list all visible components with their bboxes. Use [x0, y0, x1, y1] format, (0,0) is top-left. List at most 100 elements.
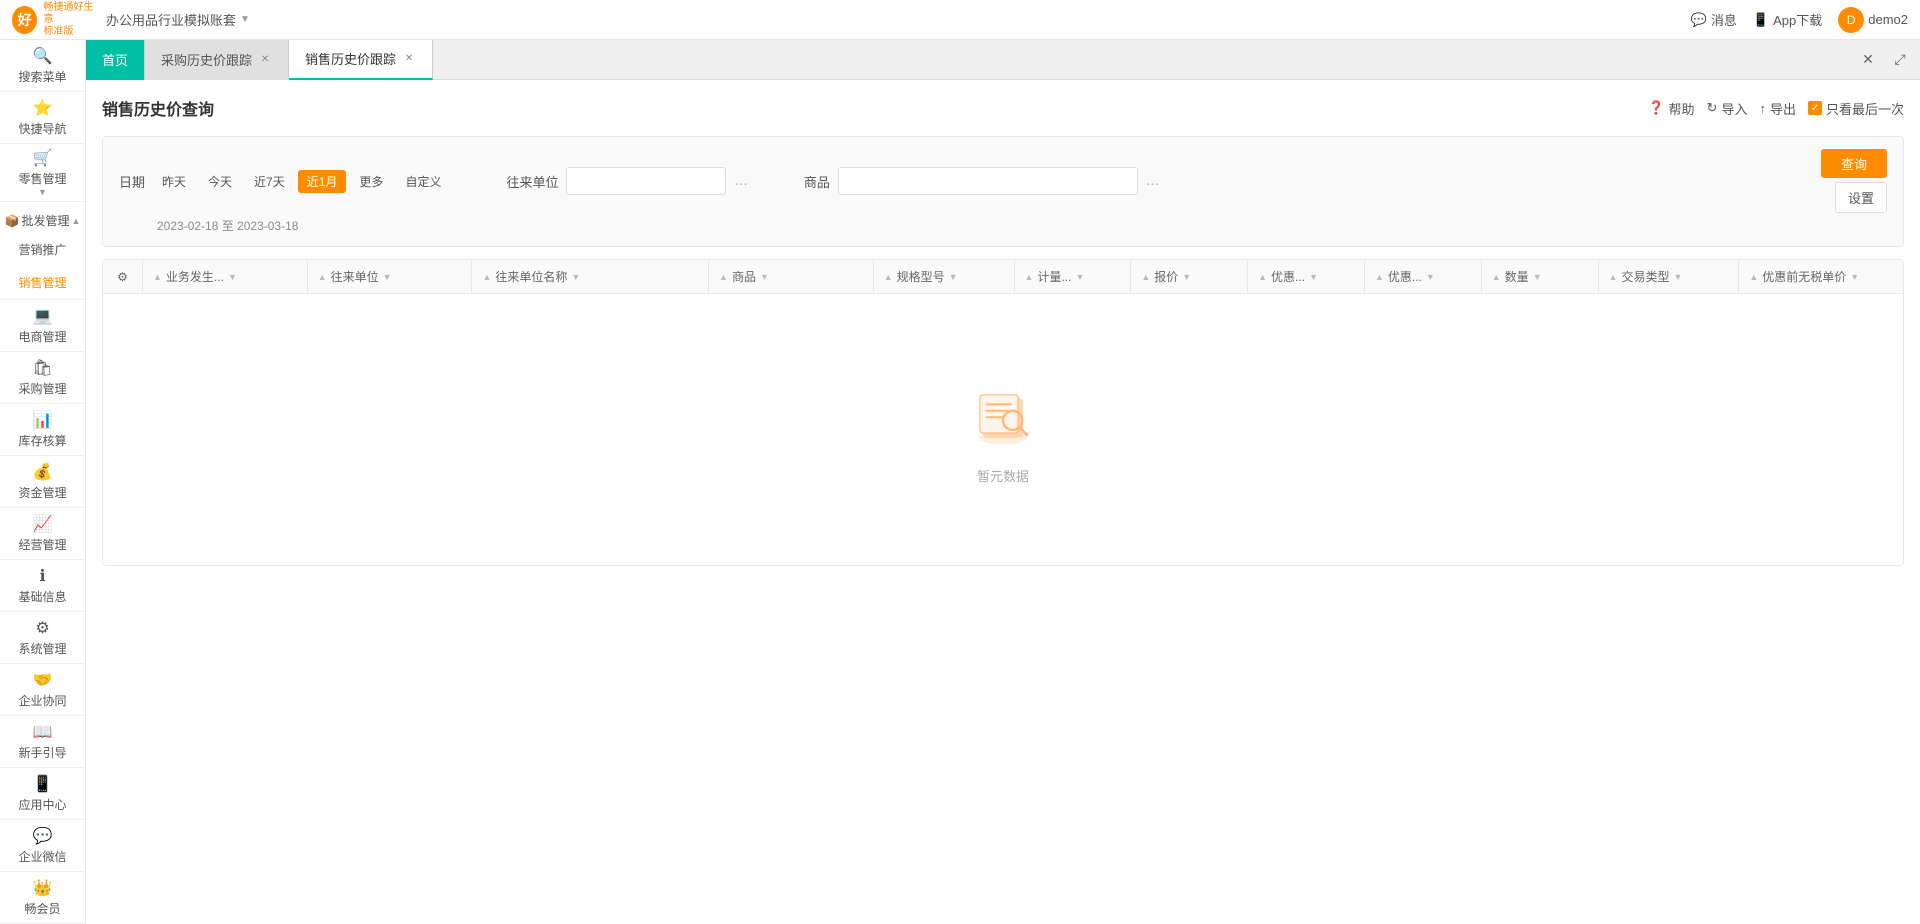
table-area: ⚙ ▲ 业务发生... ▼ ▲ 往来单位 ▼ ▲ 往来单位名称	[102, 259, 1904, 566]
th-spec[interactable]: ▲ 规格型号 ▼	[874, 260, 1015, 293]
filter-action-buttons: 查询 设置	[1821, 149, 1887, 213]
th-trade-type[interactable]: ▲ 交易类型 ▼	[1599, 260, 1740, 293]
export-icon: ↑	[1759, 101, 1766, 116]
tab-purchase-history-close[interactable]: ✕	[258, 53, 272, 67]
tab-home[interactable]: 首页	[86, 40, 145, 80]
main-layout: 🔍 搜索菜单 ⭐ 快捷导航 🛒 零售管理 ▼ 📦 批发管理 ▲ 营销推广	[0, 40, 1920, 924]
goods-input[interactable]	[838, 167, 1138, 195]
sidebar-item-operation-mgmt[interactable]: 📈 经营管理	[0, 508, 85, 560]
user-avatar-button[interactable]: D demo2	[1838, 7, 1908, 33]
sidebar-item-ecommerce-mgmt[interactable]: 💻 电商管理	[0, 300, 85, 352]
tab-bar: 首页 采购历史价跟踪 ✕ 销售历史价跟踪 ✕ ✕ ⤢	[86, 40, 1920, 80]
sidebar-item-retail-mgmt[interactable]: 🛒 零售管理 ▼	[0, 144, 85, 202]
config-icon: ⚙	[117, 270, 128, 284]
sort-desc-icon-3: ▼	[571, 272, 580, 282]
sort-asc-icon-6: ▲	[1025, 272, 1034, 282]
inventory-icon: 📊	[33, 410, 53, 430]
date-btn-1month[interactable]: 近1月	[298, 170, 347, 193]
only-last-checkbox[interactable]: ✓ 只看最后一次	[1808, 99, 1904, 118]
import-button[interactable]: ↻ 导入	[1707, 99, 1748, 118]
partner-label: 往来单位	[506, 172, 558, 191]
goods-dots-button[interactable]: ...	[1146, 172, 1159, 190]
finance-icon: 💰	[33, 462, 53, 482]
sidebar-item-new-guide[interactable]: 📖 新手引导	[0, 716, 85, 768]
th-discount1[interactable]: ▲ 优惠... ▼	[1248, 260, 1365, 293]
sort-asc-icon-8: ▲	[1258, 272, 1267, 282]
sort-desc-icon-12: ▼	[1850, 272, 1859, 282]
empty-state-text: 暂元数据	[977, 466, 1029, 485]
logo-area: 好 畅捷通好生意 标准版	[12, 2, 98, 38]
checkbox-checked-icon: ✓	[1808, 101, 1822, 115]
maximize-tab-button[interactable]: ⤢	[1888, 48, 1912, 72]
sidebar-item-finance-mgmt[interactable]: 💰 资金管理	[0, 456, 85, 508]
chevron-down-icon: ▼	[38, 187, 47, 197]
th-partner-name[interactable]: ▲ 往来单位名称 ▼	[472, 260, 709, 293]
sidebar-item-enterprise-wechat[interactable]: 💬 企业微信	[0, 820, 85, 872]
partner-input[interactable]	[566, 167, 726, 195]
sort-asc-icon-11: ▲	[1609, 272, 1618, 282]
wechat-icon: 💬	[33, 826, 53, 846]
sidebar-item-system-mgmt[interactable]: ⚙ 系统管理	[0, 612, 85, 664]
th-quote[interactable]: ▲ 报价 ▼	[1131, 260, 1248, 293]
avatar: D	[1838, 7, 1864, 33]
tab-sales-history-close[interactable]: ✕	[402, 52, 416, 66]
partner-dots-button[interactable]: ...	[734, 172, 747, 190]
th-goods[interactable]: ▲ 商品 ▼	[709, 260, 874, 293]
date-range-text: 2023-02-18 至 2023-03-18	[157, 219, 298, 233]
date-filter-item: 日期 昨天 今天 近7天 近1月 更多 自定义	[119, 170, 450, 193]
export-button[interactable]: ↑ 导出	[1759, 99, 1796, 118]
sidebar-item-basic-info[interactable]: ℹ 基础信息	[0, 560, 85, 612]
search-button[interactable]: 查询	[1821, 149, 1887, 178]
filter-row: 日期 昨天 今天 近7天 近1月 更多 自定义 往来单位	[119, 149, 1887, 213]
sidebar-item-search-menu[interactable]: 🔍 搜索菜单	[0, 40, 85, 92]
th-unit[interactable]: ▲ 计量... ▼	[1015, 260, 1132, 293]
close-tab-button[interactable]: ✕	[1856, 48, 1880, 72]
help-button[interactable]: ❓ 帮助	[1648, 99, 1694, 118]
th-pretax-price[interactable]: ▲ 优惠前无税单价 ▼	[1739, 260, 1903, 293]
empty-state: 暂元数据	[103, 294, 1903, 565]
member-icon: 👑	[33, 878, 53, 898]
th-qty[interactable]: ▲ 数量 ▼	[1482, 260, 1599, 293]
sidebar-item-quick-nav[interactable]: ⭐ 快捷导航	[0, 92, 85, 144]
settings-button[interactable]: 设置	[1835, 182, 1887, 213]
guide-icon: 📖	[33, 722, 53, 742]
tab-sales-history[interactable]: 销售历史价跟踪 ✕	[289, 40, 433, 80]
th-partner[interactable]: ▲ 往来单位 ▼	[308, 260, 473, 293]
date-btn-more[interactable]: 更多	[350, 170, 392, 193]
app-title: 办公用品行业模拟账套	[106, 10, 236, 29]
logo-icon: 好	[12, 6, 37, 34]
date-btn-7days[interactable]: 近7天	[245, 170, 294, 193]
date-btn-yesterday[interactable]: 昨天	[153, 170, 195, 193]
sort-desc-icon-8: ▼	[1309, 272, 1318, 282]
sort-asc-icon-2: ▲	[318, 272, 327, 282]
sidebar-item-purchase-mgmt[interactable]: 🛍 采购管理	[0, 352, 85, 404]
date-btn-custom[interactable]: 自定义	[396, 170, 450, 193]
th-config[interactable]: ⚙	[103, 260, 143, 293]
goods-label: 商品	[804, 172, 830, 191]
sidebar-item-app-center[interactable]: 📱 应用中心	[0, 768, 85, 820]
th-discount2[interactable]: ▲ 优惠... ▼	[1365, 260, 1482, 293]
th-biz-date[interactable]: ▲ 业务发生... ▼	[143, 260, 308, 293]
date-btn-today[interactable]: 今天	[199, 170, 241, 193]
wholesale-children: 营销推广 销售管理	[0, 233, 85, 300]
sidebar-item-marketing[interactable]: 营销推广	[0, 233, 85, 266]
ecommerce-icon: 💻	[33, 306, 53, 326]
app-title-area[interactable]: 办公用品行业模拟账套 ▼	[106, 10, 1683, 29]
sidebar-item-member[interactable]: 👑 畅会员	[0, 872, 85, 924]
empty-state-icon	[963, 374, 1043, 454]
sort-asc-icon-10: ▲	[1492, 272, 1501, 282]
app-title-dropdown-icon[interactable]: ▼	[240, 14, 250, 25]
help-icon: ❓	[1648, 100, 1664, 116]
system-icon: ⚙	[35, 618, 49, 638]
wholesale-label[interactable]: 📦 批发管理 ▲	[0, 202, 85, 233]
wholesale-icon: 📦	[5, 214, 20, 228]
app-download-button[interactable]: 📱 App下载	[1753, 10, 1822, 29]
sidebar-item-inventory[interactable]: 📊 库存核算	[0, 404, 85, 456]
sidebar-item-enterprise-collab[interactable]: 🤝 企业协同	[0, 664, 85, 716]
tab-purchase-history[interactable]: 采购历史价跟踪 ✕	[145, 40, 289, 80]
sidebar-item-sales-mgmt[interactable]: 销售管理	[0, 266, 85, 299]
messages-button[interactable]: 💬 消息	[1691, 10, 1737, 29]
chevron-up-icon: ▲	[72, 216, 81, 226]
sort-desc-icon: ▼	[228, 272, 237, 282]
search-icon: 🔍	[33, 46, 53, 66]
